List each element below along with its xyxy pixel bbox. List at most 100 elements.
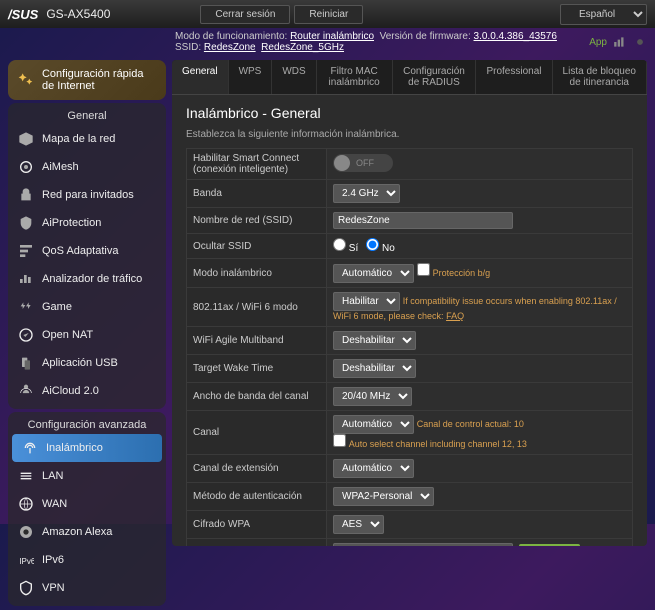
faq-link[interactable]: FAQ (446, 311, 464, 321)
sidebar-label: Aplicación USB (42, 357, 118, 369)
twt-select[interactable]: Deshabilitar (333, 359, 416, 378)
tab-professional[interactable]: Professional (476, 60, 552, 94)
app-label[interactable]: App (589, 37, 607, 48)
sidebar-item-amazon-alexa[interactable]: Amazon Alexa (8, 518, 166, 546)
sidebar-item-mapa-de-la-red[interactable]: Mapa de la red (8, 125, 166, 153)
page-desc: Establezca la siguiente información inal… (186, 129, 633, 140)
nav-icon (18, 496, 34, 512)
band-label: Banda (187, 180, 327, 208)
bandwidth-select[interactable]: 20/40 MHz (333, 387, 412, 406)
sidebar-item-aicloud-2.0[interactable]: AiCloud 2.0 (8, 377, 166, 405)
hide-ssid-no[interactable] (366, 238, 379, 251)
advanced-heading: Configuración avanzada (8, 416, 166, 434)
nav-icon (18, 383, 34, 399)
sidebar-label: Red para invitados (42, 189, 134, 201)
nav-icon (18, 271, 34, 287)
sidebar-item-wan[interactable]: WAN (8, 490, 166, 518)
reboot-button[interactable]: Reiniciar (294, 5, 363, 24)
fw-label: Versión de firmware: (380, 31, 471, 42)
nav-icon (18, 355, 34, 371)
sidebar-label: Game (42, 301, 72, 313)
sidebar-item-vpn[interactable]: VPN (8, 574, 166, 602)
sidebar-label: Mapa de la red (42, 133, 115, 145)
sidebar-item-ipv6[interactable]: IPv6 IPv6 (8, 546, 166, 574)
wpaenc-select[interactable]: AES (333, 515, 384, 534)
nav-icon (18, 580, 34, 596)
magic-icon (18, 69, 34, 91)
sidebar-label: QoS Adaptativa (42, 245, 118, 257)
sidebar-item-aiprotection[interactable]: AiProtection (8, 209, 166, 237)
nav-icon (18, 524, 34, 540)
quick-setup[interactable]: Configuración rápida de Internet (8, 60, 166, 100)
sidebar-label: AiCloud 2.0 (42, 385, 99, 397)
ax-select[interactable]: Habilitar (333, 292, 400, 311)
model-name: GS-AX5400 (46, 7, 110, 21)
ssid-label: SSID: (175, 42, 201, 53)
nav-icon (18, 159, 34, 175)
smartconnect-toggle[interactable]: OFF (333, 154, 393, 172)
sidebar-label: IPv6 (42, 554, 64, 566)
ssid1-link[interactable]: RedesZone (204, 42, 256, 53)
extch-label: Canal de extensión (187, 455, 327, 483)
ssid2-link[interactable]: RedesZone_5GHz (261, 42, 344, 53)
wpakey-label: Clave WPA precompartida (187, 539, 327, 547)
svg-text:IPv6: IPv6 (19, 557, 34, 566)
sidebar-item-aimesh[interactable]: AiMesh (8, 153, 166, 181)
language-select[interactable]: Español (560, 4, 647, 25)
sidebar-item-analizador-de-tráfico[interactable]: Analizador de tráfico (8, 265, 166, 293)
auto-include-check[interactable] (333, 434, 346, 447)
sidebar-item-qos-adaptativa[interactable]: QoS Adaptativa (8, 237, 166, 265)
nav-icon (18, 327, 34, 343)
wmode-select[interactable]: Automático (333, 264, 414, 283)
auth-label: Método de autenticación (187, 483, 327, 511)
logout-button[interactable]: Cerrar sesión (200, 5, 290, 24)
nav-icon (18, 215, 34, 231)
sidebar-label: WAN (42, 498, 67, 510)
sidebar-label: AiProtection (42, 217, 101, 229)
tab-wds[interactable]: WDS (272, 60, 316, 94)
protect-bg-check[interactable] (417, 263, 430, 276)
hide-ssid-yes[interactable] (333, 238, 346, 251)
sidebar-label: Analizador de tráfico (42, 273, 142, 285)
sidebar-item-lan[interactable]: LAN (8, 462, 166, 490)
mode-label: Modo de funcionamiento: (175, 31, 287, 42)
tab-general[interactable]: General (172, 60, 229, 94)
tab-filtro-mac-inalámbrico[interactable]: Filtro MAC inalámbrico (317, 60, 393, 94)
strength-badge: Muy intensa (519, 544, 580, 546)
sidebar-item-red-para-invitados[interactable]: Red para invitados (8, 181, 166, 209)
mode-link[interactable]: Router inalámbrico (290, 31, 374, 42)
twt-label: Target Wake Time (187, 355, 327, 383)
status-icon (633, 35, 647, 49)
sidebar-item-game[interactable]: Game (8, 293, 166, 321)
sidebar-label: AiMesh (42, 161, 79, 173)
fw-link[interactable]: 3.0.0.4.386_43576 (474, 31, 557, 42)
channel-label: Canal (187, 411, 327, 455)
ssid-input[interactable] (333, 212, 513, 229)
nav-icon (22, 440, 38, 456)
auth-select[interactable]: WPA2-Personal (333, 487, 434, 506)
signal-icon (613, 35, 627, 49)
wmode-label: Modo inalámbrico (187, 259, 327, 288)
nav-icon (18, 468, 34, 484)
wpakey-input[interactable] (333, 543, 513, 546)
channel-select[interactable]: Automático (333, 415, 414, 434)
tab-wps[interactable]: WPS (229, 60, 273, 94)
nav-icon (18, 187, 34, 203)
sidebar-item-inalámbrico[interactable]: Inalámbrico (12, 434, 162, 462)
ax-label: 802.11ax / WiFi 6 modo (187, 288, 327, 327)
tab-lista-de-bloqueo-de-itinerancia[interactable]: Lista de bloqueo de itinerancia (553, 60, 648, 94)
sidebar-item-open-nat[interactable]: Open NAT (8, 321, 166, 349)
tab-configuración-de-radius[interactable]: Configuración de RADIUS (393, 60, 477, 94)
agile-select[interactable]: Deshabilitar (333, 331, 416, 350)
hide-ssid-label: Ocultar SSID (187, 234, 327, 259)
general-heading: General (8, 107, 166, 125)
bandwidth-label: Ancho de banda del canal (187, 383, 327, 411)
sidebar-label: Open NAT (42, 329, 93, 341)
sidebar-item-aplicación-usb[interactable]: Aplicación USB (8, 349, 166, 377)
sidebar-label: VPN (42, 582, 65, 594)
band-select[interactable]: 2.4 GHz (333, 184, 400, 203)
extch-select[interactable]: Automático (333, 459, 414, 478)
nav-icon (18, 131, 34, 147)
nav-icon: IPv6 (18, 552, 34, 568)
wpaenc-label: Cifrado WPA (187, 511, 327, 539)
